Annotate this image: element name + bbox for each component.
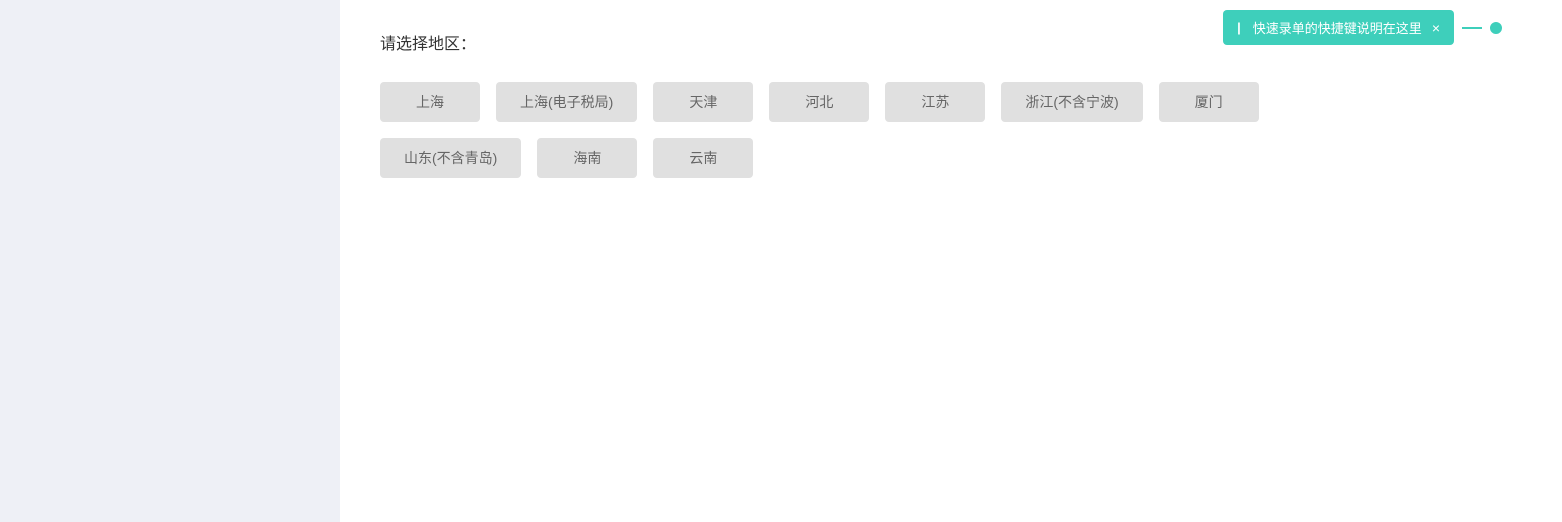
sidebar [0,0,340,522]
tooltip-close-button[interactable]: × [1432,21,1440,35]
region-button-shanghai[interactable]: 上海 [380,82,480,122]
connector-line [1462,27,1482,29]
region-button-shandong[interactable]: 山东(不含青岛) [380,138,521,178]
region-button-hainan[interactable]: 海南 [537,138,637,178]
tooltip-text: 快速录单的快捷键说明在这里 [1253,18,1422,37]
tooltip-dot [1490,22,1502,34]
region-button-jiangsu[interactable]: 江苏 [885,82,985,122]
region-button-zhejiang[interactable]: 浙江(不含宁波) [1001,82,1142,122]
region-button-tianjin[interactable]: 天津 [653,82,753,122]
region-button-yunnan[interactable]: 云南 [653,138,753,178]
main-content: 请选择地区： 上海上海(电子税局)天津河北江苏浙江(不含宁波)厦门山东(不含青岛… [340,0,1562,522]
region-button-xiamen[interactable]: 厦门 [1159,82,1259,122]
region-button-hebei[interactable]: 河北 [769,82,869,122]
tooltip-bubble: 快速录单的快捷键说明在这里 × [1223,10,1454,45]
region-button-shanghai-etax[interactable]: 上海(电子税局) [496,82,637,122]
region-buttons: 上海上海(电子税局) 天津河北江苏浙江(不含宁波) 厦门山东(不含青岛) 海南云南 [380,82,1522,178]
tooltip-container: 快速录单的快捷键说明在这里 × [1223,10,1502,45]
